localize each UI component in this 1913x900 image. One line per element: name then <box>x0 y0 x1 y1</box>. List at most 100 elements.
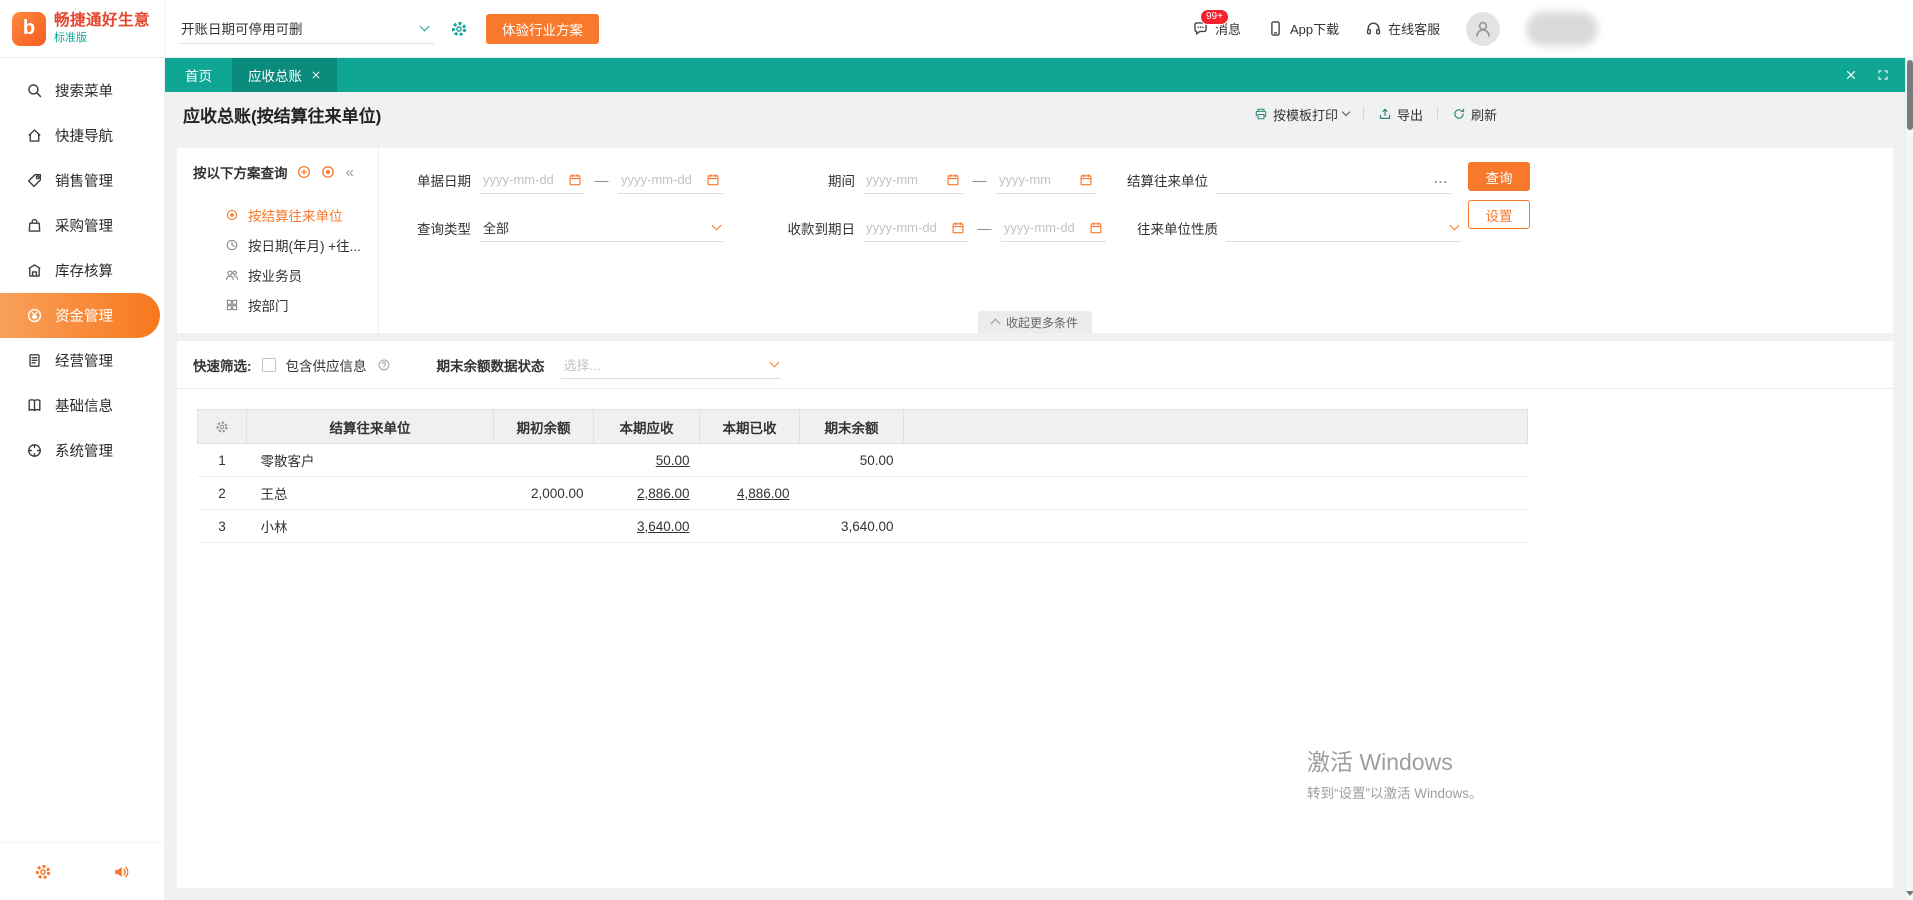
due-date-from-input[interactable]: yyyy-mm-dd <box>863 214 968 242</box>
sidebar-item-quick-nav[interactable]: 快捷导航 <box>0 113 164 158</box>
partner-input[interactable]: ... <box>1216 166 1451 194</box>
app-download-button[interactable]: App下载 <box>1267 19 1339 38</box>
more-icon[interactable]: ... <box>1434 173 1448 185</box>
table-row: 3 小林 3,640.00 3,640.00 <box>197 509 1528 543</box>
calendar-icon <box>951 221 965 235</box>
scheme-item-department[interactable]: 按部门 <box>177 290 378 320</box>
period-to-input[interactable]: yyyy-mm <box>996 166 1096 194</box>
app-title: 畅捷通好生意 <box>54 12 151 30</box>
results-panel: 快速筛选: 包含供应信息 期末余额数据状态 选择... 结算往来单位 期初余额 … <box>177 341 1893 888</box>
tab-close-icon[interactable] <box>311 70 321 80</box>
account-period-label: 开账日期可停用可删 <box>181 22 303 37</box>
filter-panel: 按以下方案查询 « 按结算往来单位 按日期(年月) +往... 按业务员 按部门 单据… <box>177 148 1893 333</box>
sidebar-item-purchase[interactable]: 采购管理 <box>0 203 164 248</box>
app-logo: b 畅捷通好生意 标准版 <box>0 0 165 57</box>
table-row: 2 王总 2,000.00 2,886.00 4,886.00 <box>197 476 1528 510</box>
main-content: 应收总账(按结算往来单位) 按模板打印 导出 刷新 按以下方案查询 « 按结算往… <box>165 92 1905 900</box>
include-supplier-checkbox[interactable] <box>261 357 276 372</box>
collapse-panel-icon[interactable]: « <box>346 165 354 180</box>
amount-link[interactable]: 4,886.00 <box>737 486 790 501</box>
scrollbar-down-arrow[interactable] <box>1906 891 1913 896</box>
try-industry-solution-button[interactable]: 体验行业方案 <box>486 13 599 44</box>
fullscreen-icon[interactable] <box>1877 69 1889 81</box>
person-icon <box>1473 19 1493 39</box>
receivable-cell: 50.00 <box>593 443 700 477</box>
due-date-label: 收款到期日 <box>787 222 856 237</box>
col-opening: 期初余额 <box>493 409 594 444</box>
doc-date-from-input[interactable]: yyyy-mm-dd <box>480 166 585 194</box>
sidebar-item-system[interactable]: 系统管理 <box>0 428 164 473</box>
messages-badge: 99+ <box>1200 9 1229 25</box>
amount-link[interactable]: 50.00 <box>656 453 690 468</box>
add-scheme-icon[interactable] <box>296 164 312 180</box>
account-period-dropdown[interactable]: 开账日期可停用可删 <box>179 14 434 44</box>
funds-icon <box>26 307 43 324</box>
page-scrollbar[interactable] <box>1905 58 1913 900</box>
scheme-target-icon[interactable] <box>320 164 336 180</box>
partner-name-cell: 王总 <box>246 476 494 510</box>
help-icon[interactable] <box>377 358 391 372</box>
chevron-down-icon <box>711 220 722 231</box>
query-button[interactable]: 查询 <box>1468 162 1530 191</box>
scrollbar-thumb[interactable] <box>1907 60 1913 130</box>
avatar[interactable] <box>1466 11 1501 46</box>
sidebar-item-operations[interactable]: 经营管理 <box>0 338 164 383</box>
sidebar-item-label: 经营管理 <box>55 354 113 370</box>
due-date-to-input[interactable]: yyyy-mm-dd <box>1001 214 1106 242</box>
close-all-tabs-icon[interactable] <box>1845 69 1857 81</box>
amount-link[interactable]: 2,886.00 <box>637 486 690 501</box>
print-by-template-button[interactable]: 按模板打印 <box>1254 105 1351 124</box>
query-scheme-panel: 按以下方案查询 « 按结算往来单位按日期(年月) +往... 按业务员按部门 <box>177 148 378 333</box>
scheme-item-date[interactable]: 按日期(年月) +往... <box>177 230 378 260</box>
scheme-item-label: 按日期(年月) +往... <box>248 239 361 254</box>
scheme-item-label: 按部门 <box>248 299 289 314</box>
sales-icon <box>26 172 43 189</box>
scheme-panel-title: 按以下方案查询 <box>193 166 288 181</box>
refresh-icon <box>1452 107 1466 121</box>
topbar: b 畅捷通好生意 标准版 开账日期可停用可删 体验行业方案 99+ 消息 App… <box>0 0 1913 58</box>
refresh-button[interactable]: 刷新 <box>1452 105 1497 124</box>
printer-icon <box>1254 107 1268 121</box>
scheme-item-partner[interactable]: 按结算往来单位 <box>177 200 378 230</box>
export-button[interactable]: 导出 <box>1378 105 1423 124</box>
online-support-button[interactable]: 在线客服 <box>1365 19 1440 38</box>
quick-nav-icon <box>26 127 43 144</box>
export-icon <box>1378 107 1392 121</box>
topbar-gear-icon[interactable] <box>450 20 468 38</box>
partner-label: 结算往来单位 <box>1127 174 1208 189</box>
sidebar-item-funds[interactable]: 资金管理 <box>0 293 160 338</box>
phone-icon <box>1267 20 1284 37</box>
period-from-input[interactable]: yyyy-mm <box>863 166 963 194</box>
tab-receivables-ledger[interactable]: 应收总账 <box>232 58 337 92</box>
sound-icon[interactable] <box>112 863 130 881</box>
row-index: 3 <box>197 509 247 543</box>
messages-button[interactable]: 99+ 消息 <box>1192 9 1241 38</box>
balance-status-select[interactable]: 选择... <box>560 351 781 379</box>
target-icon <box>225 208 239 222</box>
receivable-cell: 2,886.00 <box>593 476 700 510</box>
partner-type-select[interactable] <box>1226 214 1461 242</box>
username-blurred[interactable] <box>1526 11 1599 46</box>
query-type-select[interactable]: 全部 <box>480 214 723 242</box>
doc-date-to-input[interactable]: yyyy-mm-dd <box>618 166 723 194</box>
quick-filter-label: 快速筛选: <box>193 358 252 374</box>
sidebar-item-base-info[interactable]: 基础信息 <box>0 383 164 428</box>
clock-icon <box>225 238 239 252</box>
tabbar: 首页 应收总账 <box>165 58 1905 92</box>
sidebar-item-label: 销售管理 <box>55 174 113 190</box>
sidebar-item-inventory[interactable]: 库存核算 <box>0 248 164 293</box>
scheme-item-salesman[interactable]: 按业务员 <box>177 260 378 290</box>
search-icon <box>26 82 43 99</box>
settings-gear-icon[interactable] <box>34 863 52 881</box>
col-partner: 结算往来单位 <box>246 409 494 444</box>
tab-home[interactable]: 首页 <box>165 58 232 92</box>
page-header: 应收总账(按结算往来单位) 按模板打印 导出 刷新 <box>165 92 1905 136</box>
table-settings-icon[interactable] <box>215 420 229 434</box>
sidebar-item-search[interactable]: 搜索菜单 <box>0 68 164 113</box>
amount-link[interactable]: 3,640.00 <box>637 519 690 534</box>
collapse-more-conditions-button[interactable]: 收起更多条件 <box>977 311 1093 333</box>
ending-cell: 50.00 <box>799 443 904 477</box>
sidebar-item-sales[interactable]: 销售管理 <box>0 158 164 203</box>
col-received: 本期已收 <box>699 409 800 444</box>
settings-button[interactable]: 设置 <box>1468 200 1530 229</box>
